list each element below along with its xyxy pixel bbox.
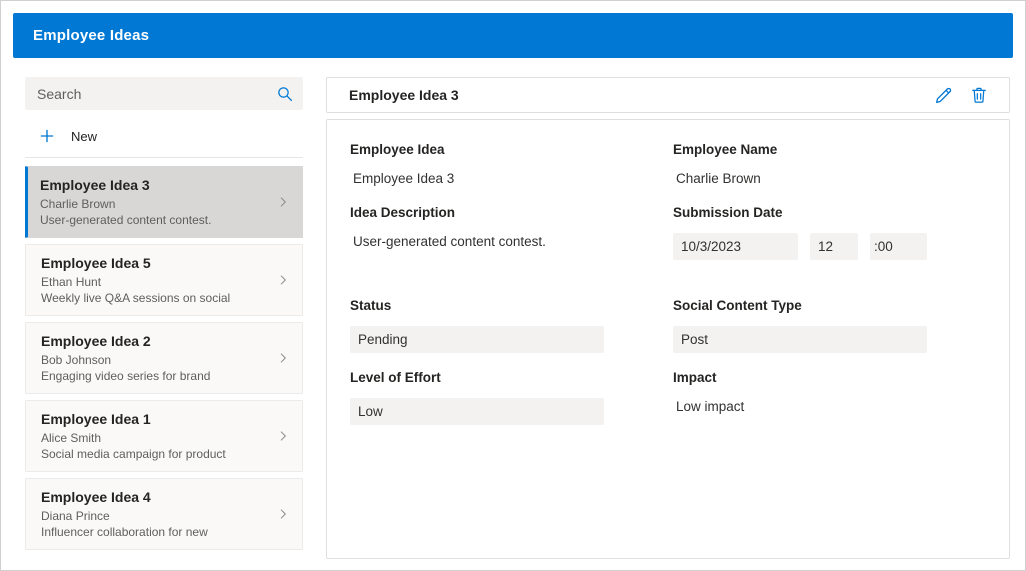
status-input[interactable]: Pending xyxy=(350,326,604,353)
minute-input[interactable]: :00 xyxy=(870,233,927,260)
field-employee-name: Employee Name Charlie Brown xyxy=(673,142,973,188)
detail-header: Employee Idea 3 xyxy=(326,77,1010,113)
field-value: Employee Idea 3 xyxy=(353,171,455,186)
field-label: Level of Effort xyxy=(350,370,441,385)
edit-pencil-icon[interactable] xyxy=(929,81,957,109)
social-content-type-input[interactable]: Post xyxy=(673,326,927,353)
form-row: Idea Description User-generated content … xyxy=(350,205,986,260)
hour-input[interactable]: 12 xyxy=(810,233,858,260)
field-label: Employee Idea xyxy=(350,142,445,157)
form-row: Level of Effort Low Impact Low impact xyxy=(350,370,986,425)
trash-icon[interactable] xyxy=(965,81,993,109)
field-label: Impact xyxy=(673,370,717,385)
list-item-summary: Social media campaign for product xyxy=(41,446,226,461)
content-layout: New Employee Idea 3 Charlie Brown User-g… xyxy=(1,58,1025,559)
list-item-name: Diana Prince xyxy=(41,508,110,523)
form-row: Employee Idea Employee Idea 3 Employee N… xyxy=(350,142,986,188)
date-input[interactable]: 10/3/2023 xyxy=(673,233,798,260)
list-item[interactable]: Employee Idea 4 Diana Prince Influencer … xyxy=(25,478,303,550)
field-value: User-generated content contest. xyxy=(353,234,546,249)
field-value: Low impact xyxy=(676,399,745,414)
field-label: Status xyxy=(350,298,392,313)
new-item-label: New xyxy=(71,128,98,144)
field-social-content-type: Social Content Type Post xyxy=(673,298,973,353)
field-label: Employee Name xyxy=(673,142,778,157)
idea-list: Employee Idea 3 Charlie Brown User-gener… xyxy=(25,166,303,550)
detail-title: Employee Idea 3 xyxy=(349,87,459,103)
list-item[interactable]: Employee Idea 2 Bob Johnson Engaging vid… xyxy=(25,322,303,394)
app-title: Employee Ideas xyxy=(33,27,150,44)
sidebar: New Employee Idea 3 Charlie Brown User-g… xyxy=(25,77,303,550)
field-label: Social Content Type xyxy=(673,298,802,313)
list-item-name: Ethan Hunt xyxy=(41,274,102,289)
field-label: Submission Date xyxy=(673,205,783,220)
form-row: Status Pending Social Content Type Post xyxy=(350,298,986,353)
search-input[interactable] xyxy=(25,85,267,102)
list-item-title: Employee Idea 2 xyxy=(41,332,151,349)
list-item-summary: User-generated content contest. xyxy=(40,212,212,227)
chevron-right-icon xyxy=(272,195,294,209)
field-impact: Impact Low impact xyxy=(673,370,973,425)
chevron-right-icon xyxy=(272,429,294,443)
list-item-title: Employee Idea 1 xyxy=(41,410,151,427)
field-status: Status Pending xyxy=(350,298,650,353)
app-window: Employee Ideas New xyxy=(0,0,1026,571)
list-item-name: Charlie Brown xyxy=(40,196,116,211)
list-item-summary: Weekly live Q&A sessions on social xyxy=(41,290,231,305)
list-item-summary: Influencer collaboration for new xyxy=(41,524,208,539)
detail-panel: Employee Idea 3 Employee Idea Employee I… xyxy=(326,77,1010,559)
field-value: Charlie Brown xyxy=(676,171,761,186)
new-item-button[interactable]: New xyxy=(25,115,303,158)
chevron-right-icon xyxy=(272,351,294,365)
plus-icon xyxy=(38,127,56,145)
list-item-title: Employee Idea 4 xyxy=(41,488,151,505)
app-header-bar: Employee Ideas xyxy=(13,13,1013,58)
chevron-right-icon xyxy=(272,507,294,521)
list-item[interactable]: Employee Idea 1 Alice Smith Social media… xyxy=(25,400,303,472)
search-box xyxy=(25,77,303,110)
list-item-title: Employee Idea 5 xyxy=(41,254,151,271)
list-item[interactable]: Employee Idea 5 Ethan Hunt Weekly live Q… xyxy=(25,244,303,316)
field-submission-date: Submission Date 10/3/2023 12 :00 xyxy=(673,205,973,260)
search-icon[interactable] xyxy=(267,77,303,110)
detail-form: Employee Idea Employee Idea 3 Employee N… xyxy=(326,119,1010,559)
list-item-name: Alice Smith xyxy=(41,430,102,445)
list-item-name: Bob Johnson xyxy=(41,352,112,367)
chevron-right-icon xyxy=(272,273,294,287)
field-employee-idea: Employee Idea Employee Idea 3 xyxy=(350,142,650,188)
list-item-summary: Engaging video series for brand xyxy=(41,368,211,383)
field-idea-description: Idea Description User-generated content … xyxy=(350,205,650,260)
list-item-title: Employee Idea 3 xyxy=(40,176,150,193)
level-of-effort-input[interactable]: Low xyxy=(350,398,604,425)
list-item[interactable]: Employee Idea 3 Charlie Brown User-gener… xyxy=(25,166,303,238)
field-level-of-effort: Level of Effort Low xyxy=(350,370,650,425)
field-label: Idea Description xyxy=(350,205,456,220)
